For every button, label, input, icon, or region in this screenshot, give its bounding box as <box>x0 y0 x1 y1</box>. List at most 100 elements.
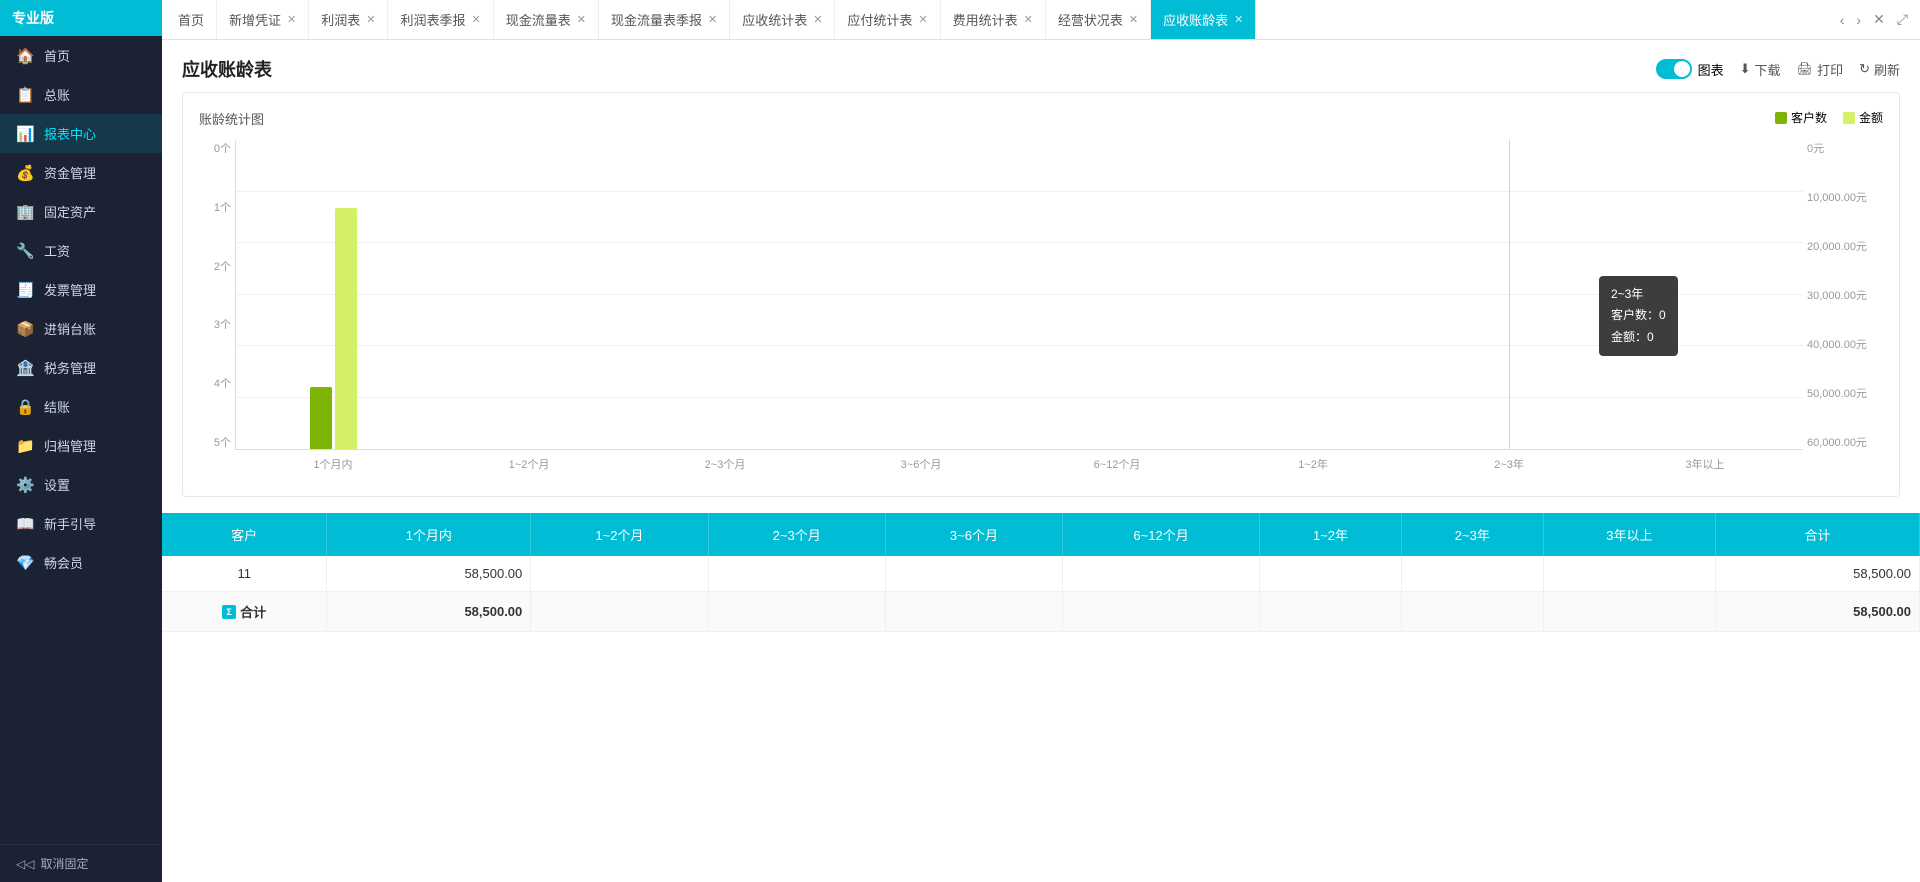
td-total-year3plus <box>1543 592 1715 632</box>
y-left-label-4: 4个 <box>214 375 231 391</box>
sidebar-item-guide[interactable]: 📖 新手引导 <box>0 504 162 543</box>
td-month3-6-0 <box>885 556 1062 592</box>
sidebar-item-assets[interactable]: 🏢 固定资产 <box>0 192 162 231</box>
legend-amount: 金额 <box>1843 109 1883 126</box>
member-icon: 💎 <box>16 554 34 572</box>
sidebar-item-salary[interactable]: 🔧 工资 <box>0 231 162 270</box>
sidebar-item-archive[interactable]: 📁 归档管理 <box>0 426 162 465</box>
tab-ap-stat[interactable]: 应付统计表 ✕ <box>835 0 940 39</box>
th-month2-3: 2~3个月 <box>708 513 885 556</box>
chart-toggle-label: 图表 <box>1698 60 1724 79</box>
tab-voucher[interactable]: 新增凭证 ✕ <box>217 0 309 39</box>
tab-profit-label: 利润表 <box>321 10 360 29</box>
tab-ar-stat-label: 应收统计表 <box>742 10 807 29</box>
th-total: 合计 <box>1716 513 1920 556</box>
refresh-label: 刷新 <box>1874 60 1900 79</box>
sidebar-item-label: 归档管理 <box>44 436 96 455</box>
tab-expense[interactable]: 费用统计表 ✕ <box>941 0 1046 39</box>
sidebar-item-label: 总账 <box>44 85 70 104</box>
chart-toggle-wrap: 图表 <box>1656 59 1724 79</box>
tab-profit[interactable]: 利润表 ✕ <box>309 0 388 39</box>
sidebar-item-label: 报表中心 <box>44 124 96 143</box>
bar-amount-1 <box>335 208 357 449</box>
tab-cashflow[interactable]: 现金流量表 ✕ <box>494 0 599 39</box>
sidebar-item-member[interactable]: 💎 畅会员 <box>0 543 162 582</box>
closing-icon: 🔒 <box>16 398 34 416</box>
collapse-icon: ◁◁ <box>16 857 34 871</box>
bar-group-6 <box>1215 140 1411 449</box>
y-right-label-10000: 10,000.00元 <box>1807 189 1867 205</box>
tab-voucher-close[interactable]: ✕ <box>287 13 296 26</box>
bar-group-5 <box>1020 140 1216 449</box>
tab-home[interactable]: 首页 <box>166 0 217 39</box>
sidebar-item-home[interactable]: 🏠 首页 <box>0 36 162 75</box>
y-right-label-20000: 20,000.00元 <box>1807 238 1867 254</box>
td-total-label: Σ 合计 <box>162 592 327 632</box>
refresh-button[interactable]: ↻ 刷新 <box>1859 60 1900 79</box>
download-button[interactable]: ⬇ 下载 <box>1740 60 1781 79</box>
page-header: 应收账龄表 图表 ⬇ 下载 🖨 打印 ↻ 刷新 <box>162 40 1920 92</box>
chart-toggle[interactable] <box>1656 59 1692 79</box>
sidebar-item-label: 工资 <box>44 241 70 260</box>
guide-icon: 📖 <box>16 515 34 533</box>
tab-close-all-btn[interactable]: ✕ <box>1869 9 1889 30</box>
tab-business[interactable]: 经营状况表 ✕ <box>1046 0 1151 39</box>
sidebar-item-invoice[interactable]: 🧾 发票管理 <box>0 270 162 309</box>
tab-ar-stat-close[interactable]: ✕ <box>813 13 822 26</box>
page-actions: 图表 ⬇ 下载 🖨 打印 ↻ 刷新 <box>1656 59 1900 79</box>
main-content: 首页 新增凭证 ✕ 利润表 ✕ 利润表季报 ✕ 现金流量表 ✕ 现金流量表季报 … <box>162 0 1920 882</box>
y-right-label-30000: 30,000.00元 <box>1807 287 1867 303</box>
tab-ar-stat[interactable]: 应收统计表 ✕ <box>730 0 835 39</box>
tab-ar-aging-close[interactable]: ✕ <box>1234 13 1243 26</box>
bar-group-8 <box>1607 140 1803 449</box>
bar-group-1 <box>236 140 432 449</box>
tab-cashflow-quarter-label: 现金流量表季报 <box>611 10 702 29</box>
print-label: 打印 <box>1817 60 1843 79</box>
print-button[interactable]: 🖨 打印 <box>1797 60 1844 79</box>
tax-icon: 🏦 <box>16 359 34 377</box>
download-label: 下载 <box>1755 60 1781 79</box>
tab-profit-quarter-close[interactable]: ✕ <box>472 13 481 26</box>
sidebar-item-ledger[interactable]: 📋 总账 <box>0 75 162 114</box>
sidebar-item-label: 进销台账 <box>44 319 96 338</box>
tab-next-btn[interactable]: › <box>1852 10 1865 30</box>
tab-prev-btn[interactable]: ‹ <box>1836 10 1849 30</box>
legend-customer: 客户数 <box>1775 109 1827 126</box>
tab-home-label: 首页 <box>178 10 204 29</box>
tab-cashflow-quarter-close[interactable]: ✕ <box>708 13 717 26</box>
tab-cashflow-close[interactable]: ✕ <box>577 13 586 26</box>
sidebar-item-closing[interactable]: 🔒 结账 <box>0 387 162 426</box>
td-total-month2-3 <box>708 592 885 632</box>
bar-group-2 <box>432 140 628 449</box>
tab-expand-btn[interactable]: ⤢ <box>1893 9 1912 30</box>
funds-icon: 💰 <box>16 164 34 182</box>
sidebar-item-reports[interactable]: 📊 报表中心 <box>0 114 162 153</box>
x-label-1: 1个月内 <box>235 450 431 480</box>
tab-ar-aging[interactable]: 应收账龄表 ✕ <box>1151 0 1256 39</box>
sidebar-item-purchase[interactable]: 📦 进销台账 <box>0 309 162 348</box>
y-left-label-0: 0个 <box>214 140 231 156</box>
td-total-year2-3 <box>1401 592 1543 632</box>
th-month3-6: 3~6个月 <box>885 513 1062 556</box>
tab-business-close[interactable]: ✕ <box>1129 13 1138 26</box>
tab-ap-stat-label: 应付统计表 <box>847 10 912 29</box>
chart-legend: 客户数 金额 <box>1775 109 1883 126</box>
archive-icon: 📁 <box>16 437 34 455</box>
settings-icon: ⚙️ <box>16 476 34 494</box>
chart-container: 5个 4个 3个 2个 1个 0个 60,000.00元 50,000.00元 … <box>199 140 1883 480</box>
sidebar-item-label: 新手引导 <box>44 514 96 533</box>
app-logo: 专业版 <box>0 0 162 36</box>
tab-ap-stat-close[interactable]: ✕ <box>918 13 927 26</box>
sidebar-item-tax[interactable]: 🏦 税务管理 <box>0 348 162 387</box>
sidebar-item-settings[interactable]: ⚙️ 设置 <box>0 465 162 504</box>
tab-expense-close[interactable]: ✕ <box>1024 13 1033 26</box>
tab-profit-close[interactable]: ✕ <box>366 13 375 26</box>
tab-cashflow-label: 现金流量表 <box>506 10 571 29</box>
tab-profit-quarter[interactable]: 利润表季报 ✕ <box>388 0 493 39</box>
page-title: 应收账龄表 <box>182 56 272 82</box>
y-right-label-40000: 40,000.00元 <box>1807 336 1867 352</box>
sidebar-collapse-btn[interactable]: ◁◁ 取消固定 <box>0 844 162 882</box>
tab-cashflow-quarter[interactable]: 现金流量表季报 ✕ <box>599 0 730 39</box>
th-month1-2: 1~2个月 <box>531 513 708 556</box>
sidebar-item-funds[interactable]: 💰 资金管理 <box>0 153 162 192</box>
